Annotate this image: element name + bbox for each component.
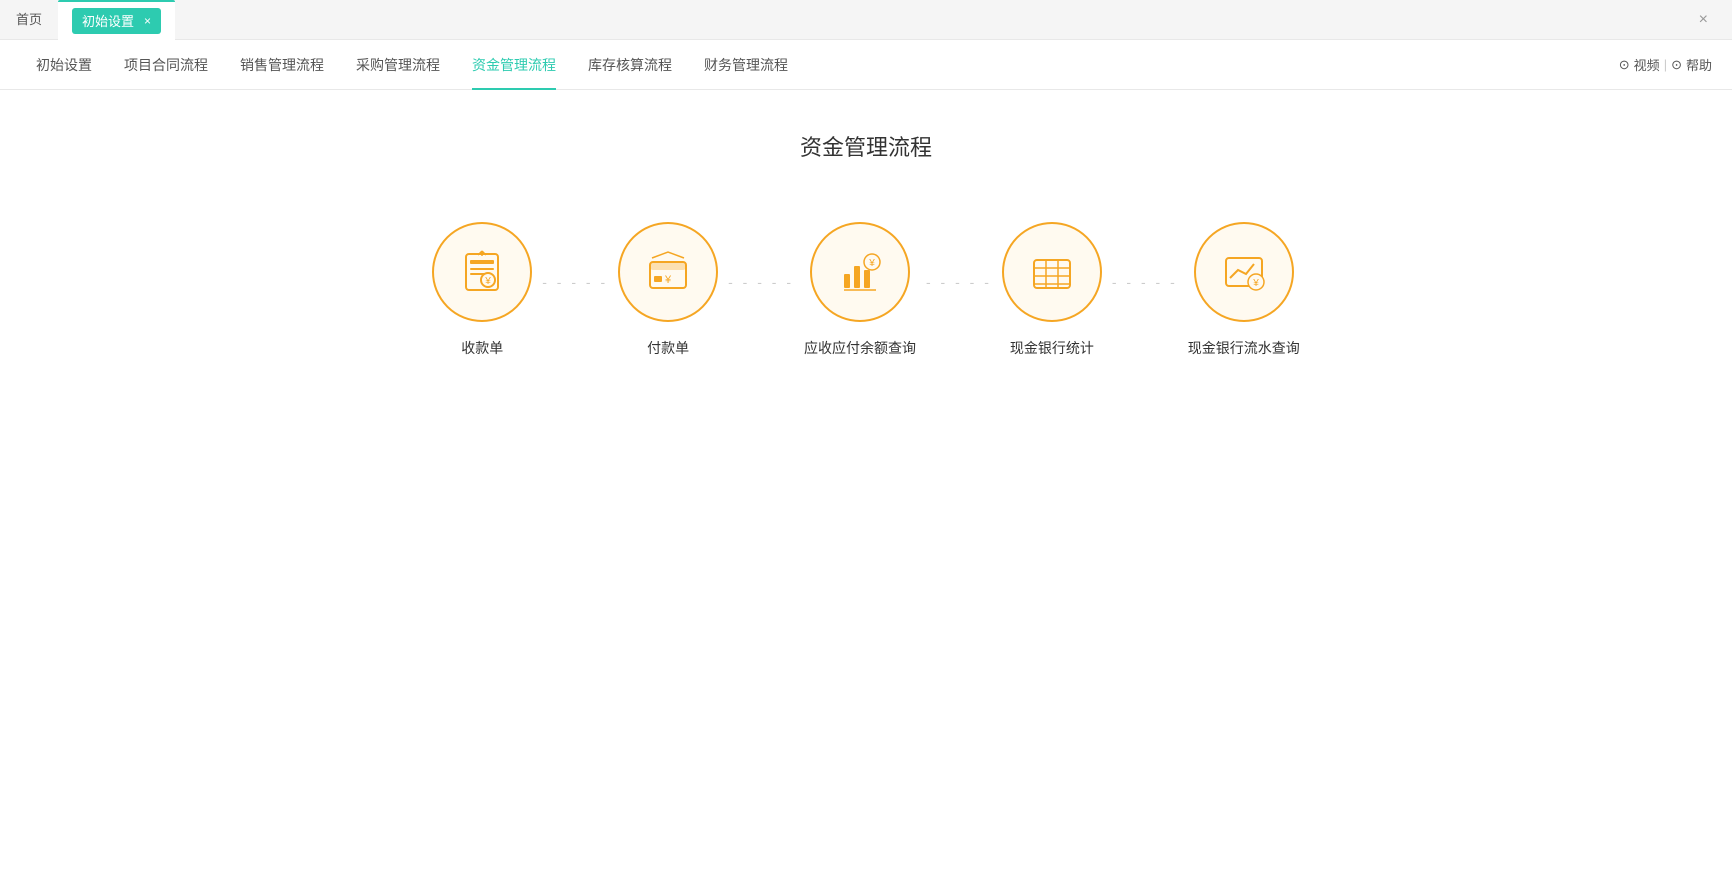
flow-label-flow-query: 现金银行流水查询: [1188, 338, 1300, 358]
flow-circle-bank-stats: [1002, 222, 1102, 322]
flow-container: ¥ 收款单 - - - - - ¥ 付款单: [432, 222, 1300, 358]
nav-project-contract[interactable]: 项目合同流程: [108, 40, 224, 90]
flow-label-bank-stats: 现金银行统计: [1010, 338, 1094, 358]
main-content: 资金管理流程 ¥ 收款单 - - - - -: [0, 90, 1732, 398]
bank-stats-icon: [1026, 246, 1078, 298]
nav-bar: 初始设置 项目合同流程 销售管理流程 采购管理流程 资金管理流程 库存核算流程 …: [0, 40, 1732, 90]
flow-circle-receipt: ¥: [432, 222, 532, 322]
active-tab-label: 初始设置 ×: [72, 8, 161, 34]
connector-1: - - - - -: [532, 274, 618, 290]
nav-inventory-accounting[interactable]: 库存核算流程: [572, 40, 688, 90]
svg-text:¥: ¥: [868, 258, 875, 269]
nav-right-links: ⊙ 视频 | ⊙ 帮助: [1619, 55, 1712, 74]
tab-close-icon[interactable]: ×: [144, 14, 151, 28]
circle-icon: ⊙: [1619, 57, 1630, 73]
payment-icon: ¥: [642, 246, 694, 298]
flow-item-flow-query[interactable]: ¥ 现金银行流水查询: [1188, 222, 1300, 358]
balance-query-icon: ¥: [834, 246, 886, 298]
active-tab-text: 初始设置: [82, 11, 134, 30]
window-close-button[interactable]: ×: [1691, 11, 1716, 29]
flow-circle-payment: ¥: [618, 222, 718, 322]
nav-initial-setup[interactable]: 初始设置: [20, 40, 108, 90]
circle-icon2: ⊙: [1671, 57, 1682, 73]
connector-3: - - - - -: [916, 274, 1002, 290]
flow-label-receipt: 收款单: [461, 338, 503, 358]
flow-item-balance-query[interactable]: ¥ 应收应付余额查询: [804, 222, 916, 358]
video-link[interactable]: 视频: [1634, 55, 1660, 74]
svg-text:¥: ¥: [664, 274, 672, 286]
flow-query-icon: ¥: [1218, 246, 1270, 298]
svg-text:¥: ¥: [484, 276, 491, 287]
top-bar: 首页 初始设置 × ×: [0, 0, 1732, 40]
flow-circle-balance: ¥: [810, 222, 910, 322]
help-link[interactable]: 帮助: [1686, 55, 1712, 74]
active-tab: 初始设置 ×: [58, 0, 175, 40]
page-title: 资金管理流程: [800, 130, 932, 162]
dots-4: - - - - -: [1112, 274, 1178, 290]
nav-fund-management[interactable]: 资金管理流程: [456, 40, 572, 90]
top-right-controls: ×: [1691, 11, 1732, 29]
flow-label-payment: 付款单: [647, 338, 689, 358]
connector-2: - - - - -: [718, 274, 804, 290]
svg-text:¥: ¥: [1252, 278, 1259, 289]
nav-purchase-management[interactable]: 采购管理流程: [340, 40, 456, 90]
connector-4: - - - - -: [1102, 274, 1188, 290]
flow-item-bank-stats[interactable]: 现金银行统计: [1002, 222, 1102, 358]
divider: |: [1664, 57, 1667, 72]
receipt-icon: ¥: [456, 246, 508, 298]
flow-label-balance: 应收应付余额查询: [804, 338, 916, 358]
nav-financial-management[interactable]: 财务管理流程: [688, 40, 804, 90]
dots-2: - - - - -: [728, 274, 794, 290]
dots-3: - - - - -: [926, 274, 992, 290]
dots-1: - - - - -: [542, 274, 608, 290]
flow-circle-flow-query: ¥: [1194, 222, 1294, 322]
flow-item-payment[interactable]: ¥ 付款单: [618, 222, 718, 358]
home-tab[interactable]: 首页: [0, 0, 58, 40]
nav-sales-management[interactable]: 销售管理流程: [224, 40, 340, 90]
flow-item-receipt[interactable]: ¥ 收款单: [432, 222, 532, 358]
